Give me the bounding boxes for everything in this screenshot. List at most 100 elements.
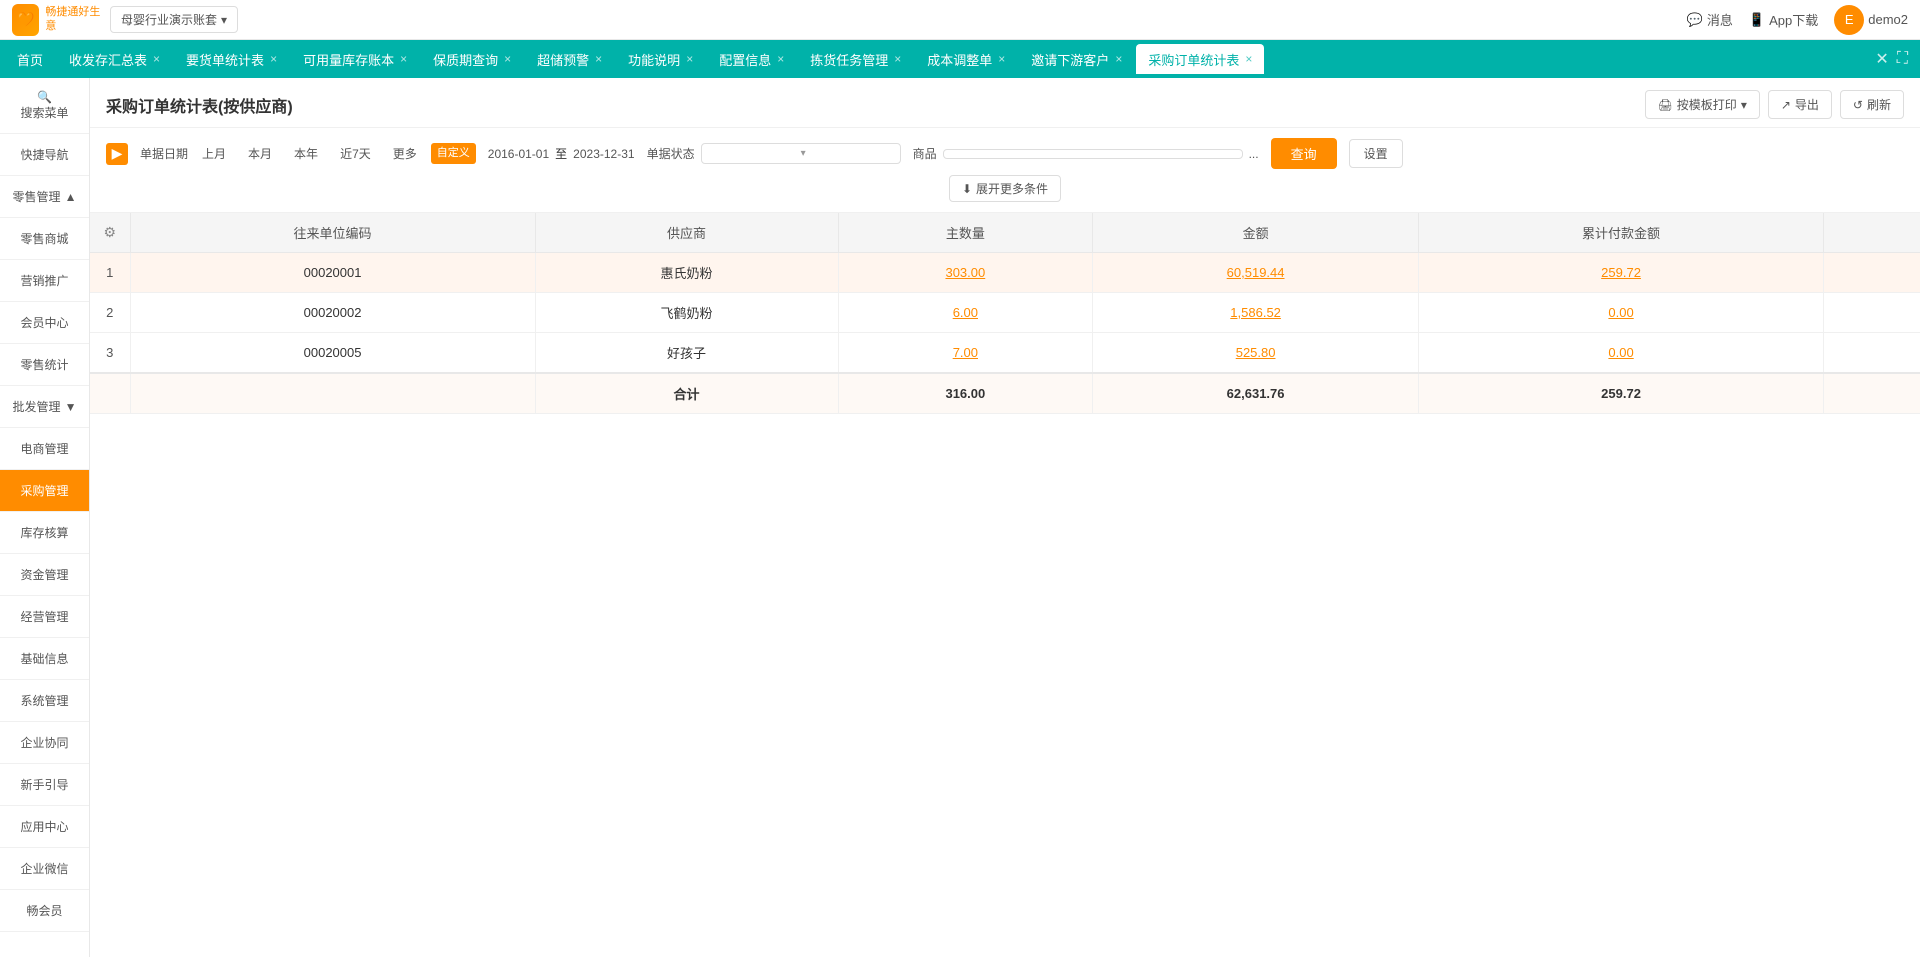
close-icon[interactable]: ×	[400, 52, 407, 66]
date-to[interactable]: 2023-12-31	[573, 147, 634, 161]
row-amount[interactable]: 60,519.44	[1093, 253, 1419, 293]
shortcut-last-month[interactable]: 上月	[194, 143, 234, 164]
chevron-down-icon: ▲	[65, 190, 77, 204]
sidebar-item-basic-info[interactable]: 基础信息	[0, 638, 89, 680]
tab-jianhuo[interactable]: 拣货任务管理 ×	[798, 44, 913, 74]
column-settings-icon[interactable]: ⚙	[103, 224, 116, 240]
message-btn[interactable]: 💬 消息	[1687, 10, 1733, 29]
row-quantity[interactable]: 6.00	[838, 293, 1093, 333]
sidebar-item-inventory[interactable]: 库存核算	[0, 512, 89, 554]
footer-amount: 62,631.76	[1093, 373, 1419, 414]
close-icon[interactable]: ×	[998, 52, 1005, 66]
row-amount[interactable]: 525.80	[1093, 333, 1419, 374]
refresh-button[interactable]: ↺ 刷新	[1840, 90, 1904, 119]
date-from[interactable]: 2016-01-01	[488, 147, 549, 161]
sidebar-quicknav-label: 快捷导航	[20, 148, 68, 162]
date-shortcuts: 上月 本月 本年 近7天 更多 自定义	[194, 143, 476, 164]
shortcut-more[interactable]: 更多	[385, 143, 425, 164]
export-button[interactable]: ↗ 导出	[1768, 90, 1832, 119]
sidebar-item-system[interactable]: 系统管理	[0, 680, 89, 722]
sidebar-retail-shop-label: 零售商城	[20, 232, 68, 246]
tab-chengben[interactable]: 成本调整单 ×	[915, 44, 1017, 74]
tab-keyongliang[interactable]: 可用量库存账本 ×	[291, 44, 419, 74]
sidebar-item-wholesale[interactable]: 批发管理 ▼	[0, 386, 89, 428]
table-row[interactable]: 2 00020002 飞鹤奶粉 6.00 1,586.52 0.00	[90, 293, 1920, 333]
tab-baozhi[interactable]: 保质期查询 ×	[421, 44, 523, 74]
close-active-icon[interactable]: ×	[1245, 52, 1252, 66]
row-quantity[interactable]: 7.00	[838, 333, 1093, 374]
tab-yaohuo[interactable]: 要货单统计表 ×	[174, 44, 289, 74]
chevron-down-icon: ▼	[65, 400, 77, 414]
sidebar-item-purchase[interactable]: 采购管理	[0, 470, 89, 512]
sidebar-item-member[interactable]: 会员中心	[0, 302, 89, 344]
close-icon[interactable]: ×	[894, 52, 901, 66]
workspace-selector[interactable]: 母婴行业演示账套 ▾	[110, 6, 238, 33]
sidebar-item-marketing[interactable]: 营销推广	[0, 260, 89, 302]
tab-shoufa-label: 收发存汇总表	[69, 50, 147, 69]
table-row[interactable]: 1 00020001 惠氏奶粉 303.00 60,519.44 259.72	[90, 253, 1920, 293]
shortcut-this-year[interactable]: 本年	[286, 143, 326, 164]
sidebar-item-guide[interactable]: 新手引导	[0, 764, 89, 806]
sidebar-item-member2[interactable]: 畅会员	[0, 890, 89, 932]
tab-home[interactable]: 首页	[5, 44, 55, 74]
sidebar-item-app-center[interactable]: 应用中心	[0, 806, 89, 848]
close-icon[interactable]: ×	[777, 52, 784, 66]
close-icon[interactable]: ×	[595, 52, 602, 66]
table-row[interactable]: 3 00020005 好孩子 7.00 525.80 0.00	[90, 333, 1920, 374]
row-paid[interactable]: 259.72	[1419, 253, 1824, 293]
close-window-btn[interactable]: ✕	[1875, 49, 1888, 69]
sidebar-item-search[interactable]: 🔍 搜索菜单	[0, 78, 89, 134]
maximize-btn[interactable]: ⛶	[1897, 50, 1908, 68]
user-profile[interactable]: E demo2	[1834, 5, 1908, 35]
sidebar-item-ecommerce[interactable]: 电商管理	[0, 428, 89, 470]
tab-shoufa[interactable]: 收发存汇总表 ×	[57, 44, 172, 74]
filter-toggle-btn[interactable]: ▶	[106, 143, 128, 165]
close-icon[interactable]: ×	[270, 52, 277, 66]
expand-btn-label: 展开更多条件	[976, 180, 1048, 197]
export-icon: ↗	[1781, 98, 1791, 112]
expand-conditions-btn[interactable]: ⬇ 展开更多条件	[949, 175, 1061, 202]
goods-input[interactable]	[943, 149, 1243, 159]
sidebar-item-finance[interactable]: 资金管理	[0, 554, 89, 596]
logo-icon: 🧡	[12, 4, 39, 36]
row-quantity[interactable]: 303.00	[838, 253, 1093, 293]
row-amount[interactable]: 1,586.52	[1093, 293, 1419, 333]
sidebar-finance-label: 资金管理	[20, 568, 68, 582]
sidebar-item-retail-mgmt[interactable]: 零售管理 ▲	[0, 176, 89, 218]
sidebar-item-quicknav[interactable]: 快捷导航	[0, 134, 89, 176]
sidebar-item-retail-shop[interactable]: 零售商城	[0, 218, 89, 260]
close-icon[interactable]: ×	[686, 52, 693, 66]
filter-row-1: ▶ 单据日期 上月 本月 本年 近7天 更多 自定义	[106, 138, 1904, 169]
sidebar-basic-info-label: 基础信息	[20, 652, 68, 666]
app-download-btn[interactable]: 📱 App下载	[1749, 10, 1818, 29]
date-filter-item: 单据日期 上月 本月 本年 近7天 更多 自定义	[140, 143, 476, 164]
search-button[interactable]: 查询	[1271, 138, 1337, 169]
sidebar-guide-label: 新手引导	[20, 778, 68, 792]
print-arrow-icon: ▾	[1741, 98, 1747, 112]
tab-peizhi[interactable]: 配置信息 ×	[707, 44, 796, 74]
tab-chaochuyujing[interactable]: 超储预警 ×	[525, 44, 614, 74]
sidebar-item-operations[interactable]: 经营管理	[0, 596, 89, 638]
shortcut-7days[interactable]: 近7天	[332, 143, 379, 164]
more-options-btn[interactable]: ...	[1249, 147, 1259, 161]
sidebar-item-retail-stats[interactable]: 零售统计	[0, 344, 89, 386]
row-paid[interactable]: 0.00	[1419, 293, 1824, 333]
tab-gongneng[interactable]: 功能说明 ×	[616, 44, 705, 74]
custom-date-tag[interactable]: 自定义	[431, 143, 476, 164]
shortcut-this-month[interactable]: 本月	[240, 143, 280, 164]
nav-tabs-bar: 首页 收发存汇总表 × 要货单统计表 × 可用量库存账本 × 保质期查询 × 超…	[0, 40, 1920, 78]
settings-button[interactable]: 设置	[1349, 139, 1403, 168]
close-icon[interactable]: ×	[153, 52, 160, 66]
workspace-label: 母婴行业演示账套	[121, 11, 217, 28]
tab-yaoqing[interactable]: 邀请下游客户 ×	[1019, 44, 1134, 74]
tab-caigou-active[interactable]: 采购订单统计表 ×	[1136, 44, 1264, 74]
status-select[interactable]: ▾	[701, 143, 901, 164]
sidebar-item-enterprise[interactable]: 企业协同	[0, 722, 89, 764]
close-icon[interactable]: ×	[1115, 52, 1122, 66]
tab-gongneng-label: 功能说明	[628, 50, 680, 69]
print-button[interactable]: 🖨 按模板打印 ▾	[1645, 90, 1760, 119]
close-icon[interactable]: ×	[504, 52, 511, 66]
sidebar-item-wechat[interactable]: 企业微信	[0, 848, 89, 890]
sidebar-operations-label: 经营管理	[20, 610, 68, 624]
row-paid[interactable]: 0.00	[1419, 333, 1824, 374]
